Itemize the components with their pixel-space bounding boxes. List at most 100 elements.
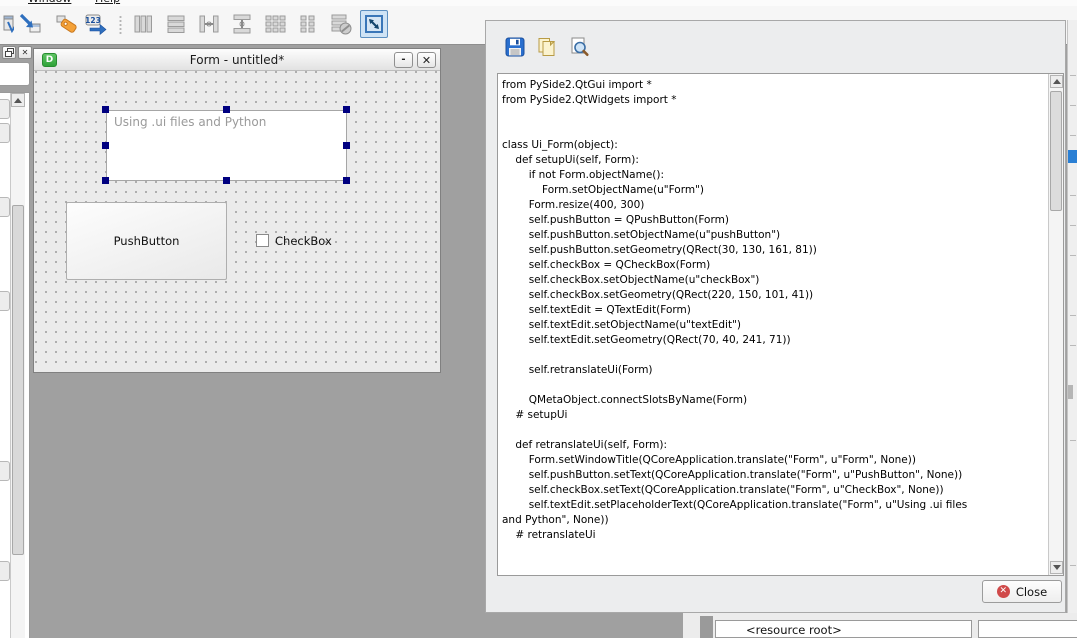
resource-detail-pane[interactable] xyxy=(978,620,1077,638)
row-divider xyxy=(1070,255,1076,256)
resource-tree[interactable]: <resource root> xyxy=(715,620,972,638)
layout-vertically-icon xyxy=(164,12,188,36)
widget-box-dock: ✕ xyxy=(0,45,30,638)
row-divider xyxy=(1070,75,1076,76)
form-window-title: Form - untitled* xyxy=(34,53,440,67)
selection-handle-top-right[interactable] xyxy=(343,106,350,113)
row-divider xyxy=(1070,105,1076,106)
svg-text:123: 123 xyxy=(85,16,101,25)
float-icon xyxy=(5,48,14,57)
scrollbar-thumb[interactable] xyxy=(1068,385,1073,399)
edit-widgets-button[interactable] xyxy=(0,10,16,38)
scroll-up-button[interactable] xyxy=(11,93,25,107)
textedit-widget[interactable]: Using .ui files and Python xyxy=(106,110,347,181)
menu-help[interactable]: Help xyxy=(95,0,120,5)
selection-handle-top-left[interactable] xyxy=(102,106,109,113)
widgetbox-category-fragment[interactable] xyxy=(0,123,10,143)
layout-vertically-button[interactable] xyxy=(162,10,190,38)
generated-python-code[interactable]: from PySide2.QtGui import * from PySide2… xyxy=(502,78,1046,543)
splitter-handle[interactable] xyxy=(700,616,713,638)
selected-property-row[interactable] xyxy=(1068,150,1077,163)
edit-tab-order-button[interactable]: 123 xyxy=(82,10,110,38)
menu-window[interactable]: Window xyxy=(28,0,71,5)
close-dialog-button[interactable]: ✕ Close xyxy=(982,580,1062,603)
copy-code-button[interactable] xyxy=(534,36,560,62)
row-divider xyxy=(1070,135,1076,136)
scroll-up-button[interactable] xyxy=(1050,75,1063,88)
property-editor-sliver xyxy=(1067,20,1077,613)
form-window-titlebar[interactable]: D Form - untitled* - ✕ xyxy=(34,49,440,71)
layout-form-button[interactable] xyxy=(294,10,322,38)
code-scrollbar[interactable] xyxy=(1048,74,1063,575)
widgetbox-category-fragment[interactable] xyxy=(0,561,10,581)
scrollbar-thumb[interactable] xyxy=(1050,91,1062,211)
layout-vertical-splitter-button[interactable] xyxy=(228,10,256,38)
form-minimize-button[interactable]: - xyxy=(394,52,413,68)
edit-buddies-icon xyxy=(55,12,79,36)
designer-form-icon: D xyxy=(42,53,57,67)
selection-handle-bottom-center[interactable] xyxy=(223,177,230,184)
dock-float-button[interactable] xyxy=(2,46,16,59)
row-divider xyxy=(1070,315,1076,316)
selection-handle-bottom-right[interactable] xyxy=(343,177,350,184)
edit-signals-slots-icon xyxy=(18,12,42,36)
widgetbox-list[interactable] xyxy=(0,92,30,638)
arrow-up-icon xyxy=(1053,79,1061,84)
layout-horizontal-splitter-button[interactable] xyxy=(195,10,223,38)
break-layout-icon xyxy=(329,12,353,36)
row-divider xyxy=(1070,345,1076,346)
selection-handle-bottom-left[interactable] xyxy=(102,177,109,184)
adjust-size-button[interactable] xyxy=(360,10,388,38)
scrollbar-thumb[interactable] xyxy=(12,205,24,555)
widgetbox-scrollbar[interactable] xyxy=(10,93,25,638)
scroll-down-button[interactable] xyxy=(1050,561,1063,574)
pushbutton-widget[interactable]: PushButton xyxy=(66,202,227,280)
break-layout-button[interactable] xyxy=(327,10,355,38)
widgetbox-category-fragment[interactable] xyxy=(0,291,10,311)
checkbox-label: CheckBox xyxy=(275,234,332,248)
layout-form-icon xyxy=(296,12,320,36)
copy-icon xyxy=(536,36,558,62)
widgetbox-category-fragment[interactable] xyxy=(0,197,10,217)
dock-close-button[interactable]: ✕ xyxy=(18,46,32,59)
find-code-button[interactable] xyxy=(566,36,592,62)
code-text-area[interactable]: from PySide2.QtGui import * from PySide2… xyxy=(497,73,1064,576)
selection-handle-mid-left[interactable] xyxy=(102,142,109,149)
row-divider xyxy=(1070,225,1076,226)
close-icon: ✕ xyxy=(22,48,29,57)
edit-signals-slots-button[interactable] xyxy=(16,10,44,38)
edit-tab-order-icon: 123 xyxy=(84,12,108,36)
checkbox-widget[interactable]: CheckBox xyxy=(256,220,357,261)
selection-handle-mid-right[interactable] xyxy=(343,142,350,149)
menu-bar: Window Help xyxy=(0,0,1077,6)
checkbox-box[interactable] xyxy=(256,234,269,247)
close-button-label: Close xyxy=(1016,585,1047,599)
adjust-size-icon xyxy=(362,12,386,36)
save-code-button[interactable] xyxy=(502,36,528,62)
save-icon xyxy=(504,36,526,62)
preview-find-icon xyxy=(568,36,590,62)
arrow-down-icon xyxy=(1053,565,1061,570)
layout-horizontally-icon xyxy=(131,12,155,36)
qt-designer-screen: Window Help 123 xyxy=(0,0,1077,638)
form-close-button[interactable]: ✕ xyxy=(417,52,436,68)
selection-handle-top-center[interactable] xyxy=(223,106,230,113)
close-icon: ✕ xyxy=(997,585,1010,598)
row-divider xyxy=(1070,565,1076,566)
row-divider xyxy=(1070,440,1076,441)
resource-root-item[interactable]: <resource root> xyxy=(746,623,842,637)
widgetbox-category-fragment[interactable] xyxy=(0,461,10,481)
arrow-up-icon xyxy=(14,98,22,103)
widgetbox-category-fragment[interactable] xyxy=(0,99,10,119)
layout-vertical-splitter-icon xyxy=(230,12,254,36)
resource-browser-fragment: <resource root> xyxy=(683,613,1077,638)
layout-horizontally-button[interactable] xyxy=(129,10,157,38)
toolbar-separator xyxy=(119,15,122,35)
layout-grid-button[interactable] xyxy=(261,10,289,38)
widgetbox-filter-input[interactable] xyxy=(0,62,30,86)
edit-buddies-button[interactable] xyxy=(53,10,81,38)
code-viewer-dialog: from PySide2.QtGui import * from PySide2… xyxy=(485,20,1066,613)
edit-widgets-icon xyxy=(0,12,14,36)
layout-horizontal-splitter-icon xyxy=(197,12,221,36)
row-divider xyxy=(1070,195,1076,196)
